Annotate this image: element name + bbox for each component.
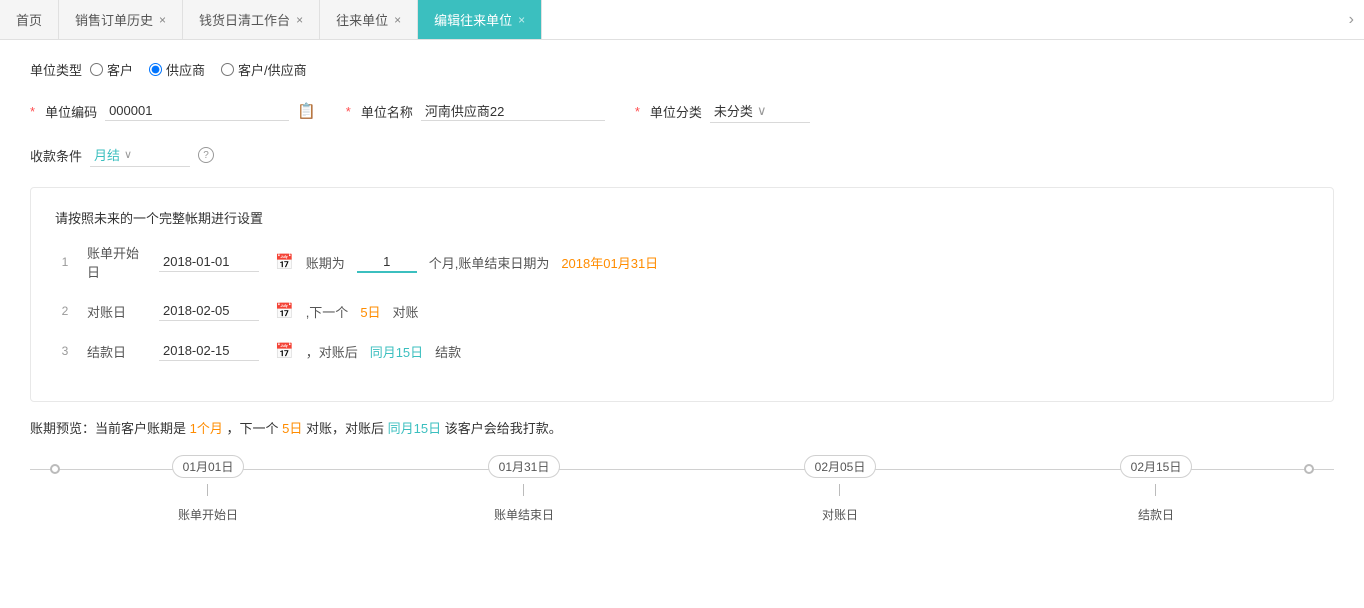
payment-terms-group: 收款条件 月结 ∨ ? bbox=[30, 143, 214, 167]
tab-more-button[interactable]: › bbox=[1339, 0, 1364, 39]
radio-customer-input[interactable] bbox=[90, 63, 103, 76]
timeline-point-2: 01月31日 账单结束日 bbox=[488, 455, 561, 523]
row-num-3: 3 bbox=[55, 344, 75, 358]
unit-category-group: * 单位分类 未分类 ∨ bbox=[635, 99, 810, 123]
settings-section: 请按照未来的一个完整帐期进行设置 1 账单开始日 📅 账期为 个月,账单结束日期… bbox=[30, 187, 1334, 402]
payment-date-input[interactable] bbox=[159, 341, 259, 361]
radio-supplier[interactable]: 供应商 bbox=[149, 60, 205, 79]
required-star: * bbox=[30, 104, 35, 119]
payment-suffix: 结款 bbox=[435, 342, 461, 361]
close-icon[interactable]: × bbox=[159, 13, 166, 27]
unit-code-input[interactable] bbox=[105, 101, 289, 121]
start-date-input[interactable] bbox=[159, 252, 259, 272]
chevron-down-icon: ∨ bbox=[124, 148, 132, 161]
row-num-1: 1 bbox=[55, 255, 75, 269]
radio-group: 客户 供应商 客户/供应商 bbox=[90, 60, 307, 79]
radio-both-input[interactable] bbox=[221, 63, 234, 76]
row-label-3: 结款日 bbox=[87, 342, 147, 361]
unit-code-label: 单位编码 bbox=[45, 102, 97, 121]
chevron-down-icon: ∨ bbox=[757, 103, 767, 119]
payment-terms-select[interactable]: 月结 ∨ bbox=[90, 143, 190, 167]
tab-cash-workbench[interactable]: 钱货日清工作台 × bbox=[183, 0, 320, 39]
copy-icon[interactable]: 📋 bbox=[297, 102, 316, 120]
timeline-point-4: 02月15日 结款日 bbox=[1120, 455, 1193, 523]
reconcile-date-input[interactable] bbox=[159, 301, 259, 321]
calendar-icon-2[interactable]: 📅 bbox=[275, 302, 294, 320]
unit-name-label: 单位名称 bbox=[361, 102, 413, 121]
timeline-tag-1: 01月01日 bbox=[172, 455, 245, 478]
timeline-point-1: 01月01日 账单开始日 bbox=[172, 455, 245, 523]
fields-row: * 单位编码 📋 * 单位名称 * 单位分类 未分类 ∨ bbox=[30, 99, 1334, 123]
tab-home[interactable]: 首页 bbox=[0, 0, 59, 39]
timeline-point-3: 02月05日 对账日 bbox=[804, 455, 877, 523]
tab-sales-history[interactable]: 销售订单历史 × bbox=[59, 0, 183, 39]
end-date-highlight: 2018年01月31日 bbox=[561, 253, 658, 272]
timeline-sublabel-3: 对账日 bbox=[822, 506, 858, 523]
timeline-sublabel-1: 账单开始日 bbox=[178, 506, 238, 523]
radio-customer[interactable]: 客户 bbox=[90, 60, 133, 79]
close-icon[interactable]: × bbox=[394, 13, 401, 27]
timeline-sublabel-2: 账单结束日 bbox=[494, 506, 554, 523]
period-prefix: 账期为 bbox=[306, 253, 345, 272]
payment-row: 收款条件 月结 ∨ ? bbox=[30, 143, 1334, 167]
radio-supplier-input[interactable] bbox=[149, 63, 162, 76]
timeline-tag-2: 01月31日 bbox=[488, 455, 561, 478]
preview-text: 账期预览：当前客户账期是 1个月 ，下一个 5日 对账，对账后 同月15日 该客… bbox=[30, 418, 1334, 437]
unit-name-input[interactable] bbox=[421, 101, 605, 121]
required-star: * bbox=[635, 104, 640, 119]
payment-prefix: ，对账后 bbox=[306, 342, 358, 361]
timeline-tag-3: 02月05日 bbox=[804, 455, 877, 478]
timeline-sublabel-4: 结款日 bbox=[1138, 506, 1174, 523]
close-icon[interactable]: × bbox=[518, 13, 525, 27]
section-title: 请按照未来的一个完整帐期进行设置 bbox=[55, 208, 1309, 227]
row-label-2: 对账日 bbox=[87, 302, 147, 321]
reconcile-prefix: ,下一个 bbox=[306, 302, 349, 321]
reconcile-day-highlight: 5日 bbox=[360, 302, 380, 321]
tab-edit-partner[interactable]: 编辑往来单位 × bbox=[418, 0, 542, 39]
period-suffix: 个月,账单结束日期为 bbox=[429, 253, 550, 272]
payment-terms-label: 收款条件 bbox=[30, 146, 82, 165]
main-content: 单位类型 客户 供应商 客户/供应商 * 单位编码 bbox=[0, 40, 1364, 608]
setting-row-2: 2 对账日 📅 ,下一个 5日 对账 bbox=[55, 301, 1309, 321]
setting-row-3: 3 结款日 📅 ，对账后 同月15日 结款 bbox=[55, 341, 1309, 361]
payment-day-highlight: 同月15日 bbox=[370, 342, 423, 361]
unit-category-select[interactable]: 未分类 ∨ bbox=[710, 99, 810, 123]
timeline-container: 01月01日 账单开始日 01月31日 账单结束日 02月05日 对账日 02月… bbox=[30, 457, 1334, 523]
setting-row-1: 1 账单开始日 📅 账期为 个月,账单结束日期为 2018年01月31日 bbox=[55, 243, 1309, 281]
help-icon[interactable]: ? bbox=[198, 147, 214, 163]
unit-category-label: 单位分类 bbox=[650, 102, 702, 121]
calendar-icon-1[interactable]: 📅 bbox=[275, 253, 294, 271]
period-input[interactable] bbox=[357, 252, 417, 273]
timeline-tag-4: 02月15日 bbox=[1120, 455, 1193, 478]
timeline-points: 01月01日 账单开始日 01月31日 账单结束日 02月05日 对账日 02月… bbox=[50, 457, 1314, 523]
timeline-start-dot bbox=[50, 464, 60, 474]
tab-partner[interactable]: 往来单位 × bbox=[320, 0, 418, 39]
unit-name-group: * 单位名称 bbox=[346, 101, 605, 121]
unit-type-group: 单位类型 客户 供应商 客户/供应商 bbox=[30, 60, 307, 79]
calendar-icon-3[interactable]: 📅 bbox=[275, 342, 294, 360]
row-label-1: 账单开始日 bbox=[87, 243, 147, 281]
unit-type-row: 单位类型 客户 供应商 客户/供应商 bbox=[30, 60, 1334, 79]
required-star: * bbox=[346, 104, 351, 119]
radio-both[interactable]: 客户/供应商 bbox=[221, 60, 307, 79]
close-icon[interactable]: × bbox=[296, 13, 303, 27]
row-num-2: 2 bbox=[55, 304, 75, 318]
timeline-end-dot bbox=[1304, 464, 1314, 474]
unit-code-group: * 单位编码 📋 bbox=[30, 101, 316, 121]
unit-type-label: 单位类型 bbox=[30, 60, 82, 79]
reconcile-suffix: 对账 bbox=[393, 302, 419, 321]
tab-bar: 首页 销售订单历史 × 钱货日清工作台 × 往来单位 × 编辑往来单位 × › bbox=[0, 0, 1364, 40]
